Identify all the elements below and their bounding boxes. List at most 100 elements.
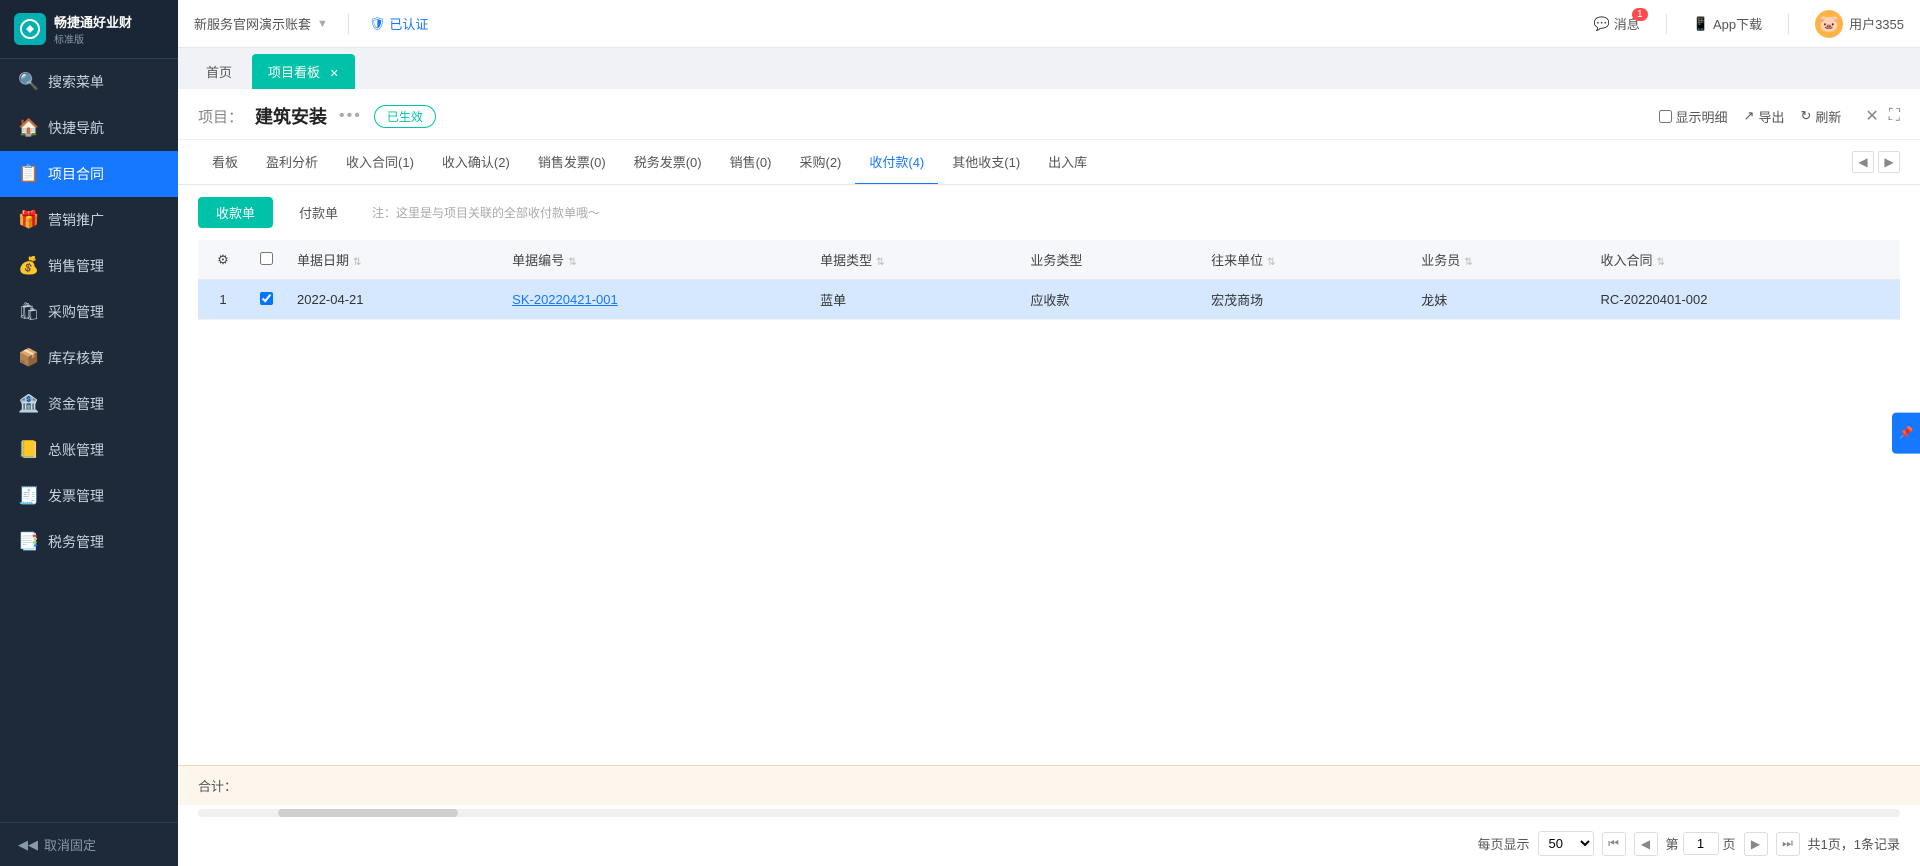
sidebar-item-label-invoice-mgmt: 发票管理 [48, 486, 104, 506]
select-all-checkbox[interactable] [260, 252, 273, 265]
sub-tab-next[interactable]: ▶ [1878, 151, 1900, 173]
row-salesperson: 龙妹 [1409, 280, 1588, 320]
sub-tab-income-contract[interactable]: 收入合同(1) [332, 140, 428, 185]
certified-label: 已认证 [389, 14, 428, 33]
sidebar-item-marketing[interactable]: 🎁 营销推广 [0, 197, 178, 243]
project-contract-icon: 📋 [18, 164, 38, 184]
row-checkbox[interactable] [248, 280, 285, 320]
sub-tabs: 看板盈利分析收入合同(1)收入确认(2)销售发票(0)税务发票(0)销售(0)采… [178, 140, 1920, 185]
table-row[interactable]: 1 2022-04-21 SK-20220421-001 蓝单 应收款 宏茂商场… [198, 280, 1900, 320]
maximize-window-icon[interactable]: ⛶ [1889, 107, 1900, 125]
sub-tab-income-confirm[interactable]: 收入确认(2) [428, 140, 524, 185]
sub-tab-sales-invoice[interactable]: 销售发票(0) [524, 140, 620, 185]
app-download-button[interactable]: 📱 App下载 [1693, 14, 1762, 33]
sidebar-item-search[interactable]: 🔍 搜索菜单 [0, 59, 178, 105]
page-number-input[interactable] [1683, 832, 1719, 855]
sidebar-item-label-inventory: 库存核算 [48, 348, 104, 368]
sidebar-item-ledger[interactable]: 📒 总账管理 [0, 427, 178, 473]
inner-tab-receipt-bill[interactable]: 收款单 [198, 197, 273, 228]
tab-home[interactable]: 首页 [190, 54, 248, 89]
row-partner: 宏茂商场 [1199, 280, 1409, 320]
page-title: 建筑安装 [255, 103, 327, 129]
next-page-btn[interactable]: ▶ [1744, 832, 1768, 856]
table-body: 1 2022-04-21 SK-20220421-001 蓝单 应收款 宏茂商场… [198, 280, 1900, 320]
col-checkbox-header[interactable] [248, 240, 285, 280]
app-subtitle: 标准版 [54, 31, 132, 46]
sub-tab-tax-invoice[interactable]: 税务发票(0) [620, 140, 716, 185]
row-biz-type: 应收款 [1018, 280, 1199, 320]
sidebar-item-label-search: 搜索菜单 [48, 72, 104, 92]
sub-tab-sales[interactable]: 销售(0) [716, 140, 786, 185]
cancel-pin-button[interactable]: ◀◀ 取消固定 [0, 822, 178, 866]
scrollbar-thumb[interactable] [278, 809, 458, 817]
content-area: 首页 项目看板 ✕ 项目： 建筑安装 ••• 已生效 显示明细 [178, 48, 1920, 866]
sidebar-item-label-purchase-mgmt: 采购管理 [48, 302, 104, 322]
app-logo-icon [14, 13, 46, 45]
col-number-header: 单据编号⇅ [500, 240, 808, 280]
sidebar-item-inventory[interactable]: 📦 库存核算 [0, 335, 178, 381]
sidebar-item-quick-nav[interactable]: 🏠 快捷导航 [0, 105, 178, 151]
col-date-header: 单据日期⇅ [285, 240, 500, 280]
tax-mgmt-icon: 📑 [18, 532, 38, 552]
first-page-btn[interactable]: ⏮ [1602, 832, 1626, 856]
account-switcher[interactable]: 新服务官网演示账套 ▼ [194, 14, 328, 33]
sidebar-item-label-sales-mgmt: 销售管理 [48, 256, 104, 276]
certified-badge: 🛡 已认证 [369, 14, 429, 33]
sidebar-item-tax-mgmt[interactable]: 📑 税务管理 [0, 519, 178, 565]
sidebar-item-sales-mgmt[interactable]: 💰 销售管理 [0, 243, 178, 289]
sidebar-logo-text: 畅捷通好业财 标准版 [54, 12, 132, 46]
sidebar-item-project-contract[interactable]: 📋 项目合同 [0, 151, 178, 197]
show-detail-input[interactable] [1659, 110, 1672, 123]
tab-bar: 首页 项目看板 ✕ [178, 48, 1920, 89]
inner-tab-payment-bill[interactable]: 付款单 [281, 197, 356, 228]
total-label: 合计： [198, 776, 237, 795]
sub-tab-prev[interactable]: ◀ [1852, 151, 1874, 173]
tab-close-icon[interactable]: ✕ [330, 68, 339, 80]
refresh-button[interactable]: ↻ 刷新 [1800, 107, 1841, 126]
sidebar-item-purchase-mgmt[interactable]: 🛍 采购管理 [0, 289, 178, 335]
table-head: ⚙ 单据日期⇅ 单据编号⇅ 单据类型⇅ 业务类型 往来单位⇅ 业务员⇅ 收入合同… [198, 240, 1900, 280]
sidebar-item-label-project-contract: 项目合同 [48, 164, 104, 184]
sub-tab-purchase[interactable]: 采购(2) [785, 140, 855, 185]
last-page-btn[interactable]: ⏭ [1776, 832, 1800, 856]
floating-quick-btn[interactable]: 📌 [1892, 413, 1920, 454]
page-label: 第 [1666, 834, 1679, 853]
main-area: 新服务官网演示账套 ▼ 🛡 已认证 💬 消息 1 📱 App下载 🐷 用户335… [178, 0, 1920, 866]
row-select-checkbox[interactable] [260, 292, 273, 305]
page-size-select[interactable]: 50 10 20 100 [1538, 831, 1594, 856]
message-button[interactable]: 💬 消息 1 [1594, 14, 1640, 33]
user-menu[interactable]: 🐷 用户3355 [1815, 10, 1904, 38]
prev-page-btn[interactable]: ◀ [1634, 832, 1658, 856]
page-header-right: 显示明细 ↗ 导出 ↻ 刷新 ✕ ⛶ [1659, 106, 1900, 126]
row-date: 2022-04-21 [285, 280, 500, 320]
row-number-link[interactable]: SK-20220421-001 [512, 292, 618, 307]
cancel-pin-label: 取消固定 [44, 835, 96, 854]
sub-tab-profit[interactable]: 盈利分析 [252, 140, 332, 185]
sidebar-item-label-quick-nav: 快捷导航 [48, 118, 104, 138]
col-salesperson-header: 业务员⇅ [1409, 240, 1588, 280]
page-title-label: 项目： [198, 106, 243, 127]
export-icon: ↗ [1744, 108, 1755, 124]
table-header-row: ⚙ 单据日期⇅ 单据编号⇅ 单据类型⇅ 业务类型 往来单位⇅ 业务员⇅ 收入合同… [198, 240, 1900, 280]
sidebar-logo: 畅捷通好业财 标准版 [0, 0, 178, 59]
sub-tab-other-expense[interactable]: 其他收支(1) [938, 140, 1034, 185]
pagination: 每页显示 50 10 20 100 ⏮ ◀ 第 页 ▶ ⏭ 共1页，1条记录 [178, 821, 1920, 866]
tab-project-board[interactable]: 项目看板 ✕ [252, 54, 355, 89]
show-detail-checkbox[interactable]: 显示明细 [1659, 107, 1728, 126]
sub-tab-in-out[interactable]: 出入库 [1034, 140, 1101, 185]
refresh-label: 刷新 [1815, 107, 1841, 126]
user-avatar: 🐷 [1815, 10, 1843, 38]
export-button[interactable]: ↗ 导出 [1744, 107, 1785, 126]
col-settings-header[interactable]: ⚙ [198, 240, 248, 280]
col-partner-header: 往来单位⇅ [1199, 240, 1409, 280]
close-window-icon[interactable]: ✕ [1865, 106, 1878, 126]
sub-tab-board[interactable]: 看板 [198, 140, 252, 185]
row-number[interactable]: SK-20220421-001 [500, 280, 808, 320]
sidebar-item-invoice-mgmt[interactable]: 🧾 发票管理 [0, 473, 178, 519]
sidebar-item-capital[interactable]: 🏦 资金管理 [0, 381, 178, 427]
app-download-label: App下载 [1713, 14, 1762, 33]
sub-tab-receipt[interactable]: 收付款(4) [855, 140, 938, 185]
horizontal-scrollbar[interactable] [198, 809, 1900, 817]
more-icon[interactable]: ••• [339, 107, 362, 125]
shield-icon: 🛡 [369, 16, 386, 32]
